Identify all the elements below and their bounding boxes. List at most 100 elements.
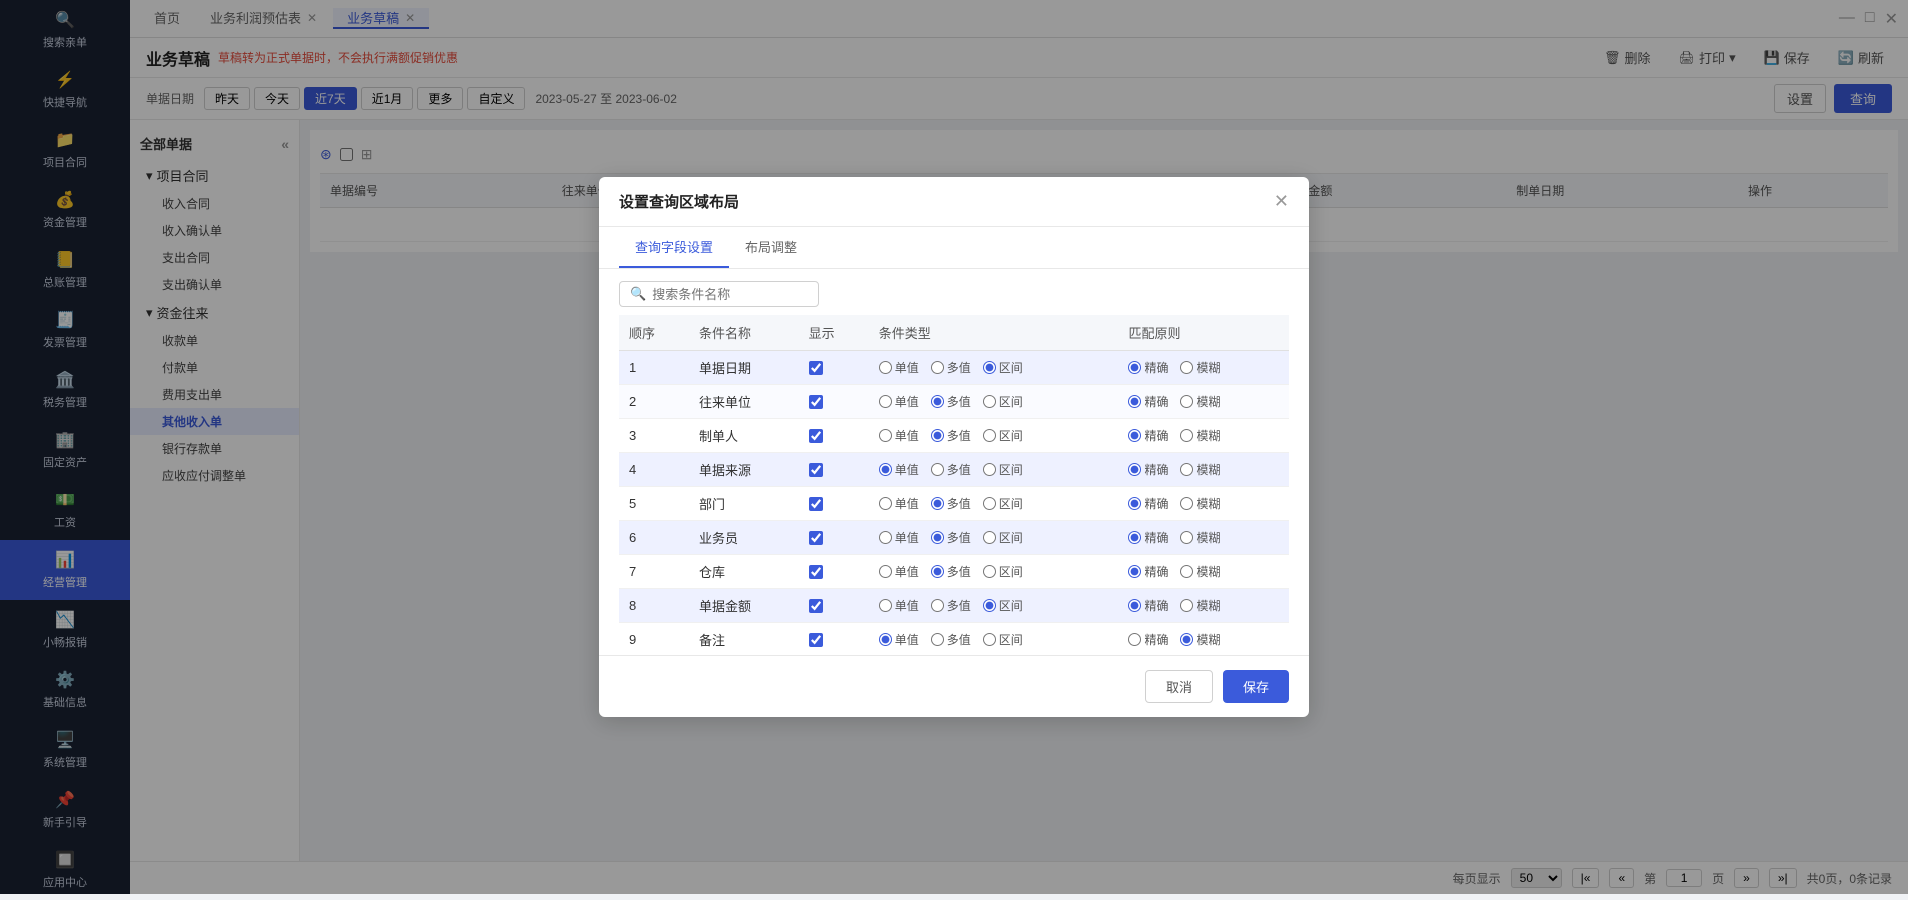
- type-radio-多值-6[interactable]: [931, 531, 944, 544]
- modal-col-显示: 显示: [799, 315, 869, 351]
- cell-match-9: 精确模糊: [1118, 623, 1289, 656]
- match-radio-模糊-3[interactable]: [1180, 429, 1193, 442]
- cell-type-6: 单值多值区间: [869, 521, 1119, 555]
- type-radio-多值-3[interactable]: [931, 429, 944, 442]
- cell-order-6: 6: [619, 521, 689, 555]
- modal-search-area: 🔍: [599, 269, 1309, 315]
- cell-name-3: 制单人: [689, 419, 799, 453]
- match-radio-模糊-1[interactable]: [1180, 361, 1193, 374]
- type-radio-单值-2[interactable]: [879, 395, 892, 408]
- display-checkbox-5[interactable]: [809, 497, 823, 511]
- type-radio-单值-6[interactable]: [879, 531, 892, 544]
- display-checkbox-8[interactable]: [809, 599, 823, 613]
- display-checkbox-7[interactable]: [809, 565, 823, 579]
- match-radio-精确-1[interactable]: [1128, 361, 1141, 374]
- modal-close-button[interactable]: ✕: [1274, 191, 1289, 212]
- modal-tab-fields[interactable]: 查询字段设置: [619, 227, 729, 268]
- match-radio-精确-3[interactable]: [1128, 429, 1141, 442]
- modal-tabs: 查询字段设置布局调整: [599, 227, 1309, 269]
- type-radio-区间-4[interactable]: [983, 463, 996, 476]
- type-radio-区间-5[interactable]: [983, 497, 996, 510]
- type-radio-单值-8[interactable]: [879, 599, 892, 612]
- cell-display-5: [799, 487, 869, 521]
- cell-match-1: 精确模糊: [1118, 351, 1289, 385]
- type-radio-区间-8[interactable]: [983, 599, 996, 612]
- modal-col-顺序: 顺序: [619, 315, 689, 351]
- cell-type-7: 单值多值区间: [869, 555, 1119, 589]
- cell-order-8: 8: [619, 589, 689, 623]
- modal-search-box: 🔍: [619, 281, 819, 307]
- modal-row-7: 7仓库单值多值区间精确模糊: [619, 555, 1289, 589]
- type-radio-区间-2[interactable]: [983, 395, 996, 408]
- type-radio-多值-5[interactable]: [931, 497, 944, 510]
- display-checkbox-4[interactable]: [809, 463, 823, 477]
- modal-row-9: 9备注单值多值区间精确模糊: [619, 623, 1289, 656]
- match-radio-模糊-7[interactable]: [1180, 565, 1193, 578]
- match-radio-模糊-2[interactable]: [1180, 395, 1193, 408]
- cancel-button[interactable]: 取消: [1145, 670, 1213, 703]
- type-radio-单值-4[interactable]: [879, 463, 892, 476]
- cell-display-2: [799, 385, 869, 419]
- match-radio-模糊-6[interactable]: [1180, 531, 1193, 544]
- match-radio-精确-2[interactable]: [1128, 395, 1141, 408]
- display-checkbox-2[interactable]: [809, 395, 823, 409]
- type-radio-多值-9[interactable]: [931, 633, 944, 646]
- search-icon: 🔍: [630, 286, 646, 302]
- match-radio-精确-7[interactable]: [1128, 565, 1141, 578]
- modal-col-匹配原则: 匹配原则: [1118, 315, 1289, 351]
- match-radio-模糊-5[interactable]: [1180, 497, 1193, 510]
- cell-order-3: 3: [619, 419, 689, 453]
- cell-name-5: 部门: [689, 487, 799, 521]
- match-radio-精确-6[interactable]: [1128, 531, 1141, 544]
- cell-match-2: 精确模糊: [1118, 385, 1289, 419]
- type-radio-区间-6[interactable]: [983, 531, 996, 544]
- type-radio-单值-9[interactable]: [879, 633, 892, 646]
- type-radio-多值-7[interactable]: [931, 565, 944, 578]
- type-radio-多值-2[interactable]: [931, 395, 944, 408]
- display-checkbox-9[interactable]: [809, 633, 823, 647]
- cell-type-1: 单值多值区间: [869, 351, 1119, 385]
- modal-overlay[interactable]: 设置查询区域布局 ✕ 查询字段设置布局调整 🔍 顺序条件名称显示条件类型匹配原则…: [0, 0, 1908, 894]
- match-radio-精确-5[interactable]: [1128, 497, 1141, 510]
- type-radio-区间-3[interactable]: [983, 429, 996, 442]
- cell-name-1: 单据日期: [689, 351, 799, 385]
- cell-name-7: 仓库: [689, 555, 799, 589]
- display-checkbox-1[interactable]: [809, 361, 823, 375]
- display-checkbox-6[interactable]: [809, 531, 823, 545]
- type-radio-单值-3[interactable]: [879, 429, 892, 442]
- cell-match-4: 精确模糊: [1118, 453, 1289, 487]
- cell-match-6: 精确模糊: [1118, 521, 1289, 555]
- cell-name-2: 往来单位: [689, 385, 799, 419]
- match-radio-精确-4[interactable]: [1128, 463, 1141, 476]
- display-checkbox-3[interactable]: [809, 429, 823, 443]
- type-radio-单值-1[interactable]: [879, 361, 892, 374]
- match-radio-模糊-8[interactable]: [1180, 599, 1193, 612]
- modal-tab-layout[interactable]: 布局调整: [729, 227, 813, 268]
- modal-table: 顺序条件名称显示条件类型匹配原则 1单据日期单值多值区间精确模糊2往来单位单值多…: [619, 315, 1289, 655]
- cell-type-5: 单值多值区间: [869, 487, 1119, 521]
- match-radio-模糊-4[interactable]: [1180, 463, 1193, 476]
- type-radio-多值-1[interactable]: [931, 361, 944, 374]
- modal-table-wrapper: 顺序条件名称显示条件类型匹配原则 1单据日期单值多值区间精确模糊2往来单位单值多…: [599, 315, 1309, 655]
- modal-row-3: 3制单人单值多值区间精确模糊: [619, 419, 1289, 453]
- match-radio-精确-9[interactable]: [1128, 633, 1141, 646]
- modal-row-4: 4单据来源单值多值区间精确模糊: [619, 453, 1289, 487]
- cell-type-8: 单值多值区间: [869, 589, 1119, 623]
- type-radio-单值-5[interactable]: [879, 497, 892, 510]
- modal-row-5: 5部门单值多值区间精确模糊: [619, 487, 1289, 521]
- type-radio-区间-9[interactable]: [983, 633, 996, 646]
- cell-type-9: 单值多值区间: [869, 623, 1119, 656]
- type-radio-区间-7[interactable]: [983, 565, 996, 578]
- type-radio-单值-7[interactable]: [879, 565, 892, 578]
- modal-col-条件类型: 条件类型: [869, 315, 1119, 351]
- match-radio-模糊-9[interactable]: [1180, 633, 1193, 646]
- cell-order-7: 7: [619, 555, 689, 589]
- modal-save-button[interactable]: 保存: [1223, 670, 1289, 703]
- type-radio-多值-8[interactable]: [931, 599, 944, 612]
- match-radio-精确-8[interactable]: [1128, 599, 1141, 612]
- modal-row-1: 1单据日期单值多值区间精确模糊: [619, 351, 1289, 385]
- type-radio-区间-1[interactable]: [983, 361, 996, 374]
- cell-type-4: 单值多值区间: [869, 453, 1119, 487]
- modal-search-input[interactable]: [652, 287, 808, 302]
- type-radio-多值-4[interactable]: [931, 463, 944, 476]
